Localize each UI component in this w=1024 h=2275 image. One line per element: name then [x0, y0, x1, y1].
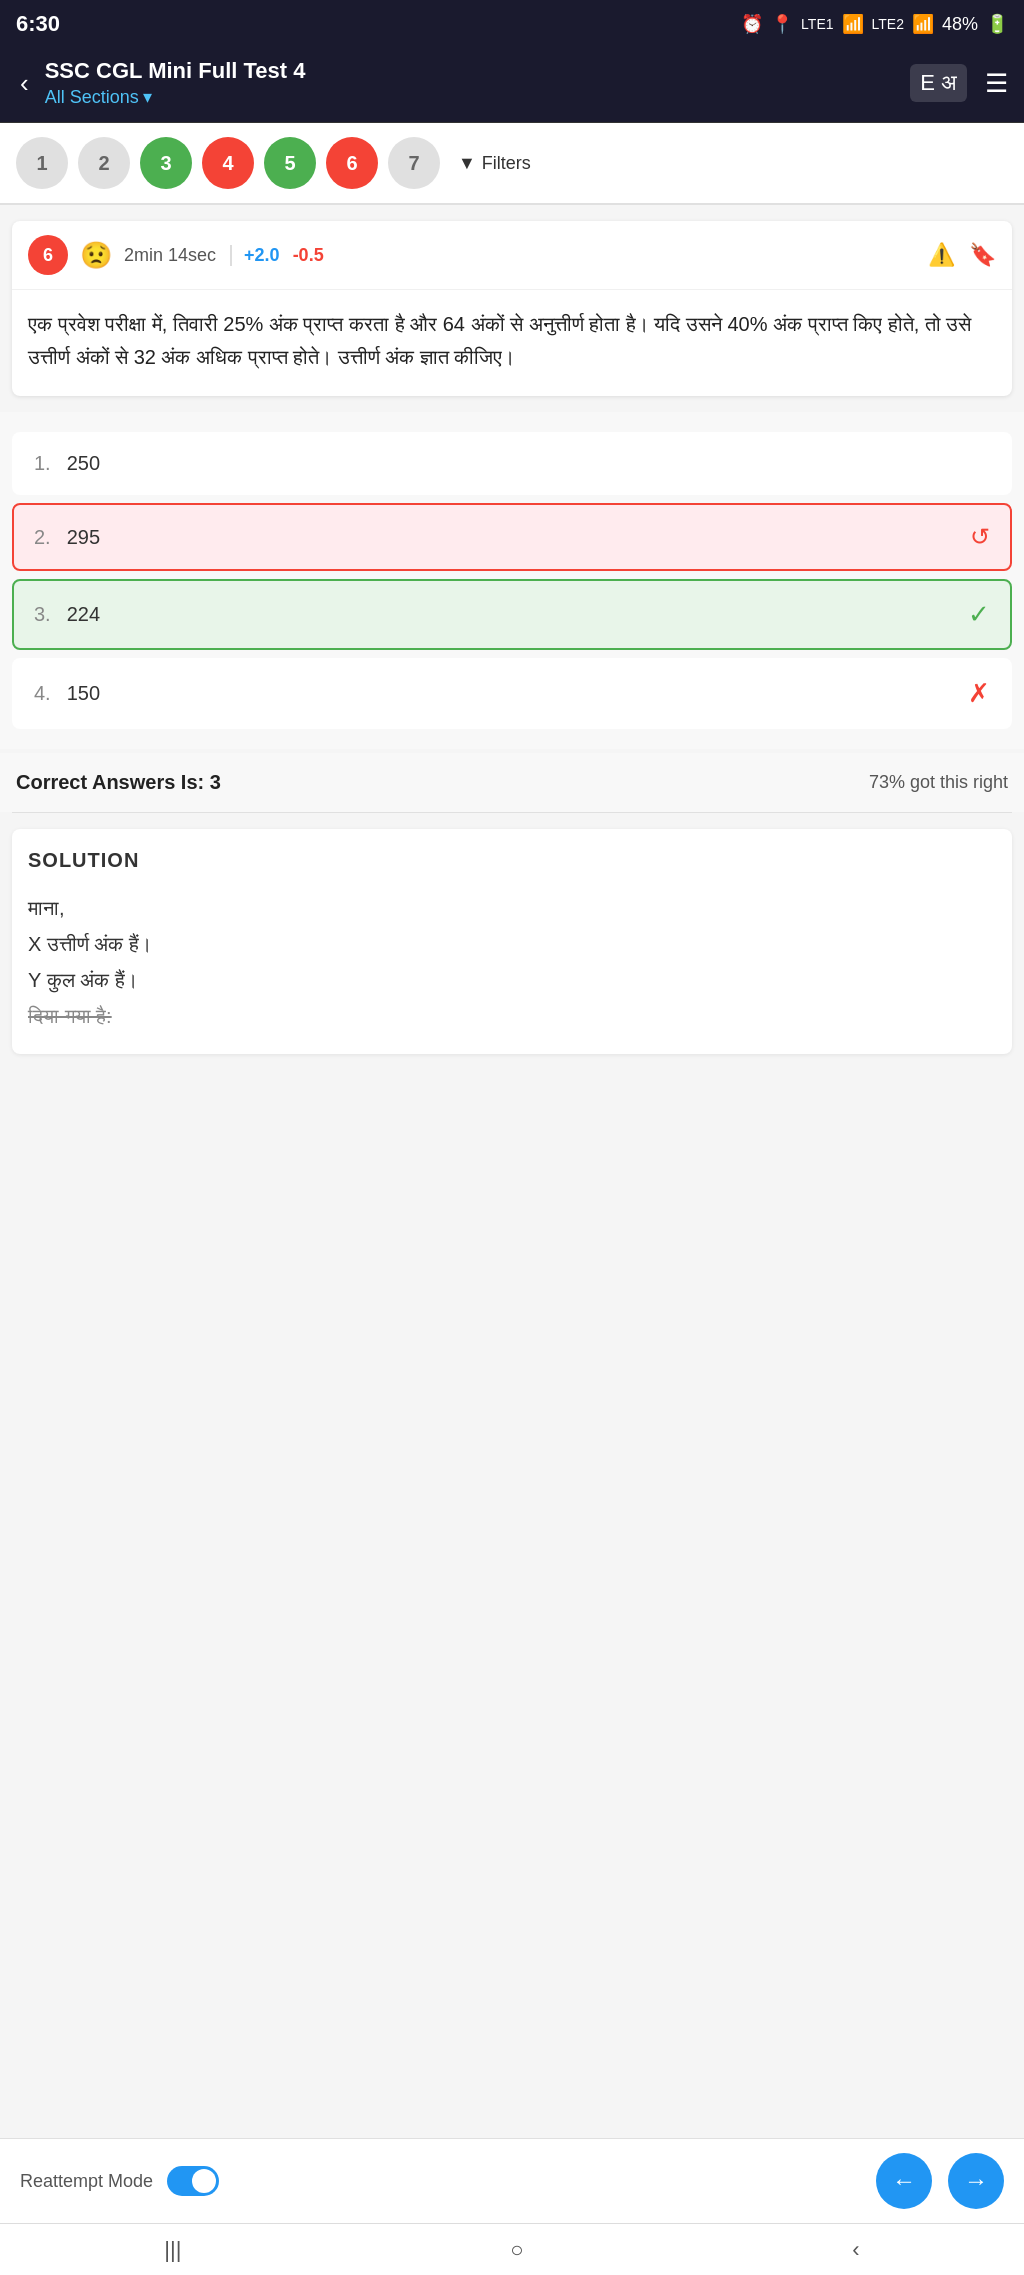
status-icons: ⏰ 📍 LTE1 📶 LTE2 📶 48% 🔋	[741, 13, 1008, 35]
option-4[interactable]: 4. 150 ✗	[12, 658, 1012, 729]
option-3-label: 3.	[34, 603, 51, 626]
option-4-label: 4.	[34, 682, 51, 705]
filter-button[interactable]: ▼ Filters	[458, 153, 531, 174]
solution-line-3: Y कुल अंक हैं।	[28, 969, 138, 991]
option-4-text: 150	[67, 682, 968, 705]
bookmark-icon[interactable]: 🔖	[969, 242, 996, 268]
header-left: ‹ SSC CGL Mini Full Test 4 All Sections …	[16, 58, 305, 108]
signal-icon-2: 📶	[912, 13, 934, 35]
prev-button[interactable]: ←	[876, 2153, 932, 2209]
header-title: SSC CGL Mini Full Test 4	[45, 58, 306, 84]
reattempt-section: Reattempt Mode	[20, 2166, 219, 2196]
solution-line-1: माना,	[28, 897, 65, 919]
solution-content: माना, X उत्तीर्ण अंक हैं। Y कुल अंक हैं।…	[28, 890, 996, 1034]
header-title-group: SSC CGL Mini Full Test 4 All Sections ▾	[45, 58, 306, 108]
tab-4[interactable]: 4	[202, 137, 254, 189]
alarm-icon: ⏰	[741, 13, 763, 35]
solution-section: SOLUTION माना, X उत्तीर्ण अंक हैं। Y कुल…	[12, 829, 1012, 1054]
book-icon-button[interactable]: E अ	[910, 64, 967, 102]
solution-title: SOLUTION	[28, 849, 996, 872]
option-3[interactable]: 3. 224 ✓	[12, 579, 1012, 650]
correct-answer-bar: Correct Answers Is: 3 73% got this right	[0, 753, 1024, 812]
option-2-text: 295	[67, 526, 970, 549]
checkmark-icon: ✓	[968, 599, 990, 630]
option-3-text: 224	[67, 603, 968, 626]
solution-line-4: दिया गया है:	[28, 1005, 112, 1027]
status-time: 6:30	[16, 11, 60, 37]
status-bar: 6:30 ⏰ 📍 LTE1 📶 LTE2 📶 48% 🔋	[0, 0, 1024, 48]
filter-icon: ▼	[458, 153, 476, 174]
question-number-tabs: 1 2 3 4 5 6 7 ▼ Filters	[0, 123, 1024, 205]
options-container: 1. 250 2. 295 ↺ 3. 224 ✓ 4. 150 ✗	[0, 412, 1024, 749]
marks-info: +2.0 -0.5	[244, 245, 324, 266]
header-right: E अ ☰	[910, 64, 1008, 102]
correct-answer-label: Correct Answers Is: 3	[16, 771, 221, 794]
got-right-stat: 73% got this right	[869, 772, 1008, 793]
tab-5[interactable]: 5	[264, 137, 316, 189]
meta-action-icons: ⚠️ 🔖	[928, 242, 996, 268]
android-menu-button[interactable]: |||	[164, 2237, 181, 2263]
toggle-knob	[192, 2169, 216, 2193]
question-number-badge: 6	[28, 235, 68, 275]
alert-icon[interactable]: ⚠️	[928, 242, 955, 268]
positive-marks: +2.0	[244, 245, 280, 265]
negative-marks: -0.5	[293, 245, 324, 265]
battery-indicator: 48%	[942, 14, 978, 35]
back-button[interactable]: ‹	[16, 64, 33, 103]
question-meta: 6 😟 2min 14sec +2.0 -0.5 ⚠️ 🔖	[12, 221, 1012, 290]
redo-icon: ↺	[970, 523, 990, 551]
option-2-label: 2.	[34, 526, 51, 549]
question-card: 6 😟 2min 14sec +2.0 -0.5 ⚠️ 🔖 एक प्रवेश …	[12, 221, 1012, 396]
menu-button[interactable]: ☰	[985, 68, 1008, 99]
mood-icon: 😟	[80, 240, 112, 271]
signal-icon-1: 📶	[842, 13, 864, 35]
tab-1[interactable]: 1	[16, 137, 68, 189]
android-nav-bar: ||| ○ ‹	[0, 2223, 1024, 2275]
android-home-button[interactable]: ○	[510, 2237, 523, 2263]
tab-6[interactable]: 6	[326, 137, 378, 189]
next-button[interactable]: →	[948, 2153, 1004, 2209]
app-header: ‹ SSC CGL Mini Full Test 4 All Sections …	[0, 48, 1024, 123]
solution-line-2: X उत्तीर्ण अंक हैं।	[28, 933, 152, 955]
all-sections-label: All Sections	[45, 87, 139, 108]
option-1-text: 250	[67, 452, 990, 475]
android-back-button[interactable]: ‹	[852, 2237, 859, 2263]
cross-icon: ✗	[968, 678, 990, 709]
tab-2[interactable]: 2	[78, 137, 130, 189]
battery-icon: 🔋	[986, 13, 1008, 35]
filter-label: Filters	[482, 153, 531, 174]
reattempt-label: Reattempt Mode	[20, 2171, 153, 2192]
lte1-icon: LTE1	[801, 16, 833, 32]
option-1-label: 1.	[34, 452, 51, 475]
time-taken: 2min 14sec	[124, 245, 232, 266]
reattempt-toggle[interactable]	[167, 2166, 219, 2196]
question-text: एक प्रवेश परीक्षा में, तिवारी 25% अंक प्…	[12, 290, 1012, 396]
bottom-bar: Reattempt Mode ← →	[0, 2138, 1024, 2223]
option-2[interactable]: 2. 295 ↺	[12, 503, 1012, 571]
tab-3[interactable]: 3	[140, 137, 192, 189]
location-icon: 📍	[771, 13, 793, 35]
dropdown-chevron-icon: ▾	[143, 86, 152, 108]
navigation-buttons: ← →	[876, 2153, 1004, 2209]
all-sections-dropdown[interactable]: All Sections ▾	[45, 86, 306, 108]
lte2-icon: LTE2	[872, 16, 904, 32]
divider	[12, 812, 1012, 813]
option-1[interactable]: 1. 250	[12, 432, 1012, 495]
tab-7[interactable]: 7	[388, 137, 440, 189]
